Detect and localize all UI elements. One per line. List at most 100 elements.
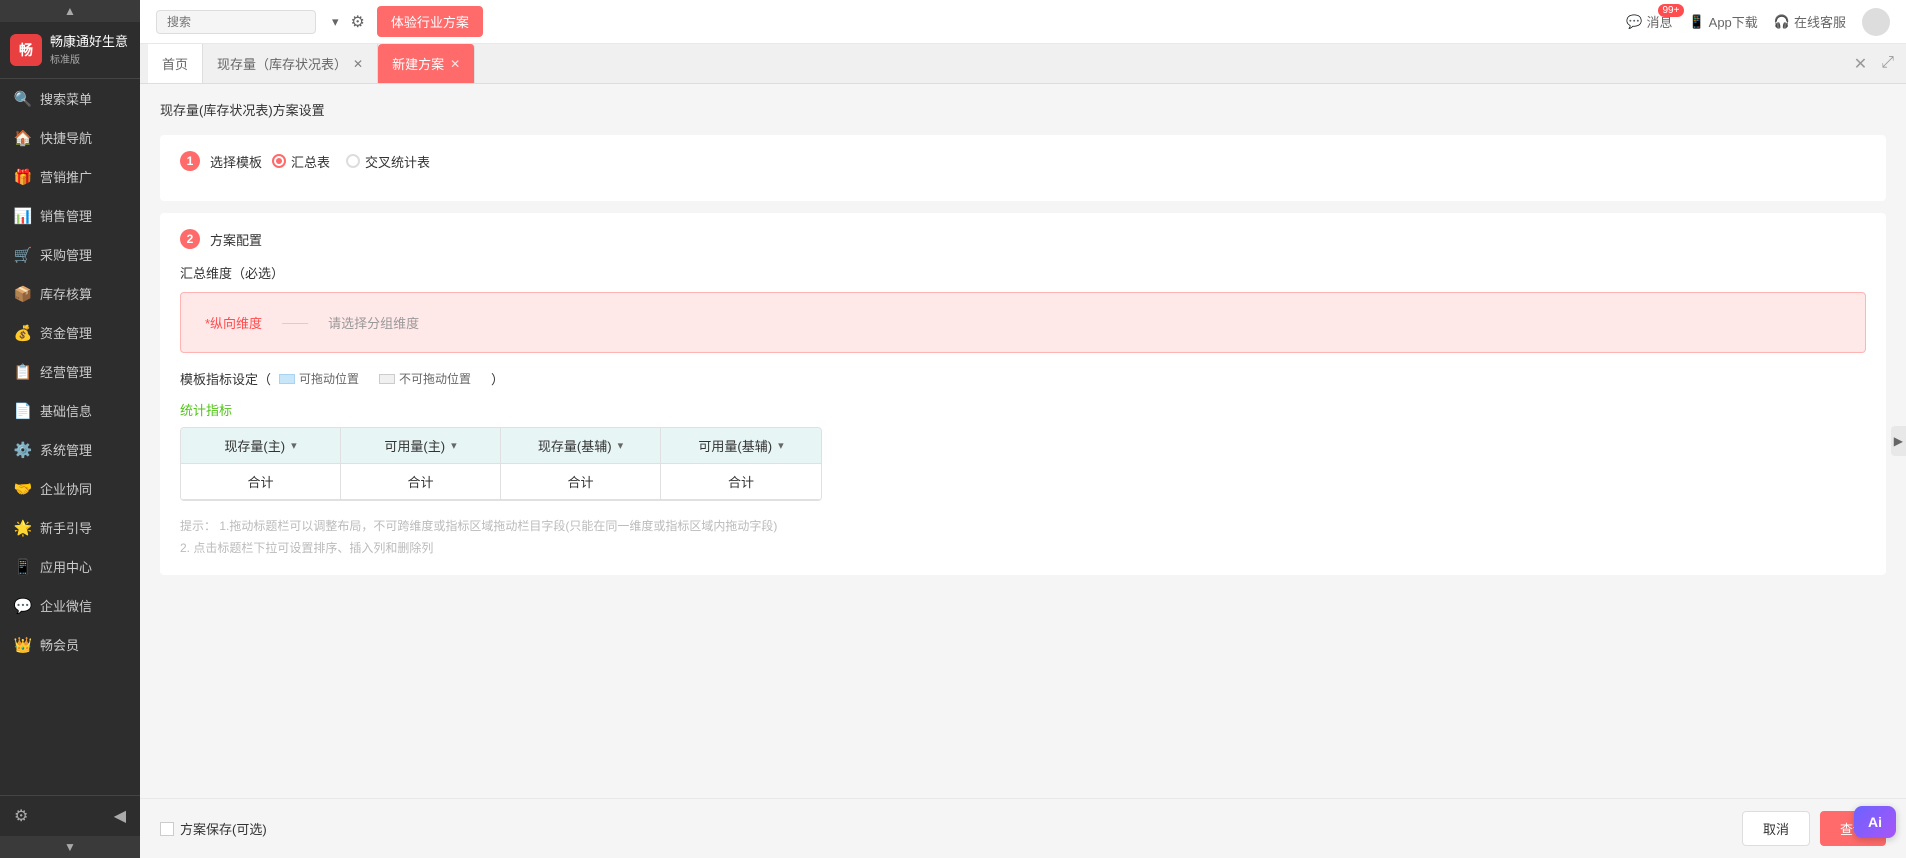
dimension-area[interactable]: *纵向维度 —— 请选择分组维度 [180, 292, 1866, 353]
stats-col-2: 现存量(基辅)▾ [501, 428, 661, 464]
tab-home[interactable]: 首页 [148, 44, 203, 83]
sidebar-item-wechat[interactable]: 💬 企业微信 [0, 586, 140, 625]
nav-label-basic-info: 基础信息 [40, 401, 92, 420]
sidebar-item-sales[interactable]: 📊 销售管理 [0, 196, 140, 235]
nav-label-operations: 经营管理 [40, 362, 92, 381]
sidebar-item-inventory[interactable]: 📦库存核算 [0, 274, 140, 313]
stats-table-body-row: 合计 合计 合计 合计 [181, 464, 821, 500]
cancel-button[interactable]: 取消 [1742, 811, 1810, 846]
indicator-settings: 模板指标设定（ 可拖动位置 不可拖动位置 ） [180, 369, 1866, 388]
stats-header-text-0: 现存量(主) [224, 436, 285, 455]
service-label: 在线客服 [1794, 12, 1846, 31]
stats-header-cell-0[interactable]: 现存量(主)▾ [181, 428, 340, 464]
tip-item-0: 提示： 1.拖动标题栏可以调整布局，不可跨维度或指标区域拖动栏目字段(只能在同一… [180, 516, 1866, 538]
nav-label-finance: 资金管理 [40, 323, 92, 342]
nav-icon-wechat: 💬 [14, 597, 32, 615]
stats-header-text-2: 现存量(基辅) [538, 436, 612, 455]
nav-label-member: 畅会员 [40, 635, 79, 654]
sidebar-item-member[interactable]: 👑 畅会员 [0, 625, 140, 664]
vertical-dimension-label: *纵向维度 [205, 313, 262, 332]
nav-label-wechat: 企业微信 [40, 596, 92, 615]
nav-icon-member: 👑 [14, 636, 32, 654]
stats-summary-text-1: 合计 [407, 472, 433, 491]
stats-body-col-2: 合计 [501, 464, 661, 500]
sidebar-item-marketing[interactable]: 🎁营销推广 [0, 157, 140, 196]
stats-table: 现存量(主)▾可用量(主)▾现存量(基辅)▾可用量(基辅)▾ 合计 合计 合计 合计 [180, 427, 822, 501]
tab-close-new-plan[interactable]: ✕ [450, 57, 460, 71]
draggable-legend-icon [279, 374, 295, 384]
step2-section: 2 方案配置 汇总维度（必选） *纵向维度 —— 请选择分组维度 模板指标设定（… [160, 213, 1886, 575]
online-service[interactable]: 🎧 在线客服 [1774, 12, 1846, 31]
sidebar-logo: 畅 畅康通好生意 标准版 [0, 22, 140, 79]
tip-item-1: 2. 点击标题栏下拉可设置排序、插入列和删除列 [180, 538, 1866, 560]
radio-summary[interactable]: 汇总表 [272, 152, 330, 171]
sidebar-item-system[interactable]: ⚙️系统管理 [0, 430, 140, 469]
legend-draggable: 可拖动位置 [279, 370, 359, 387]
app-download-label: App下载 [1709, 12, 1758, 31]
app-version: 标准版 [50, 51, 128, 66]
sidebar-item-search[interactable]: 🔍搜索菜单 [0, 79, 140, 118]
message-icon: 💬 [1626, 14, 1642, 30]
sidebar-scroll-up[interactable]: ▲ [0, 0, 140, 22]
sidebar-item-quick-nav[interactable]: 🏠快捷导航 [0, 118, 140, 157]
radio-label-cross: 交叉统计表 [365, 152, 430, 171]
step1-number: 1 [180, 151, 200, 171]
tab-inventory-status[interactable]: 现存量（库存状况表）✕ [203, 44, 378, 83]
tab-label-new-plan: 新建方案 [392, 54, 444, 73]
step2-header: 2 方案配置 [180, 229, 1866, 249]
settings-icon[interactable]: ⚙ [14, 806, 28, 826]
sidebar-item-new-guide[interactable]: 🌟 新手引导 [0, 508, 140, 547]
sidebar-item-finance[interactable]: 💰资金管理 [0, 313, 140, 352]
nav-icon-new-guide: 🌟 [14, 519, 32, 537]
nav-icon-sales: 📊 [14, 207, 32, 225]
sidebar-item-basic-info[interactable]: 📄基础信息 [0, 391, 140, 430]
stats-header-cell-1[interactable]: 可用量(主)▾ [341, 428, 500, 464]
stats-summary-text-3: 合计 [728, 472, 754, 491]
save-checkbox[interactable] [160, 822, 174, 836]
app-name: 畅康通好生意 [50, 34, 128, 51]
trial-button[interactable]: 体验行业方案 [377, 6, 483, 37]
topbar-dropdown[interactable]: ▾ [328, 14, 339, 30]
stats-header-cell-3[interactable]: 可用量(基辅)▾ [661, 428, 821, 464]
sidebar-scroll-down[interactable]: ▼ [0, 836, 140, 858]
message-badge[interactable]: 💬 消息 99+ [1626, 12, 1672, 31]
nav-icon-search: 🔍 [14, 90, 32, 108]
right-collapse-btn[interactable]: ▶ [1891, 426, 1906, 456]
topbar-gear-icon[interactable]: ⚙ [351, 12, 365, 32]
close-tab-icon[interactable]: ✕ [1850, 50, 1871, 78]
nondraggable-legend-icon [379, 374, 395, 384]
tabs-actions: ✕ ⤢ [1850, 50, 1898, 78]
sidebar-item-purchase[interactable]: 🛒采购管理 [0, 235, 140, 274]
stats-body-cell-2: 合计 [501, 464, 660, 500]
stats-body-col-1: 合计 [341, 464, 501, 500]
topbar-search-input[interactable] [156, 10, 316, 34]
stats-summary-text-2: 合计 [567, 472, 593, 491]
topbar-left: ▾ ⚙ 体验行业方案 [156, 6, 483, 37]
stats-body-col-0: 合计 [181, 464, 341, 500]
sidebar-nav: 🔍搜索菜单🏠快捷导航🎁营销推广 📊 销售管理 🛒采购管理📦库存核算💰资金管理📋经营管理… [0, 79, 140, 795]
step1-title: 选择模板 [210, 152, 262, 171]
tab-new-plan[interactable]: 新建方案 ✕ [378, 44, 475, 83]
radio-cross[interactable]: 交叉统计表 [346, 152, 430, 171]
expand-tab-icon[interactable]: ⤢ [1877, 50, 1898, 78]
sidebar-item-operations[interactable]: 📋经营管理 [0, 352, 140, 391]
app-icon: 📱 [1688, 14, 1704, 30]
stats-header-cell-2[interactable]: 现存量(基辅)▾ [501, 428, 660, 464]
user-avatar[interactable] [1862, 8, 1890, 36]
nav-label-new-guide: 新手引导 [40, 518, 92, 537]
nav-icon-quick-nav: 🏠 [14, 129, 32, 147]
nav-icon-marketing: 🎁 [14, 168, 32, 186]
nav-label-sales: 销售管理 [40, 206, 92, 225]
sidebar-item-enterprise[interactable]: 🤝企业协同 [0, 469, 140, 508]
tab-close-inventory-status[interactable]: ✕ [353, 57, 363, 71]
nav-label-inventory: 库存核算 [40, 284, 92, 303]
template-radio-group: 汇总表 交叉统计表 [272, 152, 430, 171]
ai-float-button[interactable]: Ai [1854, 806, 1896, 838]
app-download[interactable]: 📱 App下载 [1688, 12, 1757, 31]
nav-icon-app-center: 📱 [14, 558, 32, 576]
nav-label-enterprise: 企业协同 [40, 479, 92, 498]
audio-icon[interactable]: ◀ [114, 806, 126, 826]
stats-col-1: 可用量(主)▾ [341, 428, 501, 464]
sidebar-footer: ⚙ ◀ [0, 795, 140, 836]
sidebar-item-app-center[interactable]: 📱应用中心 [0, 547, 140, 586]
